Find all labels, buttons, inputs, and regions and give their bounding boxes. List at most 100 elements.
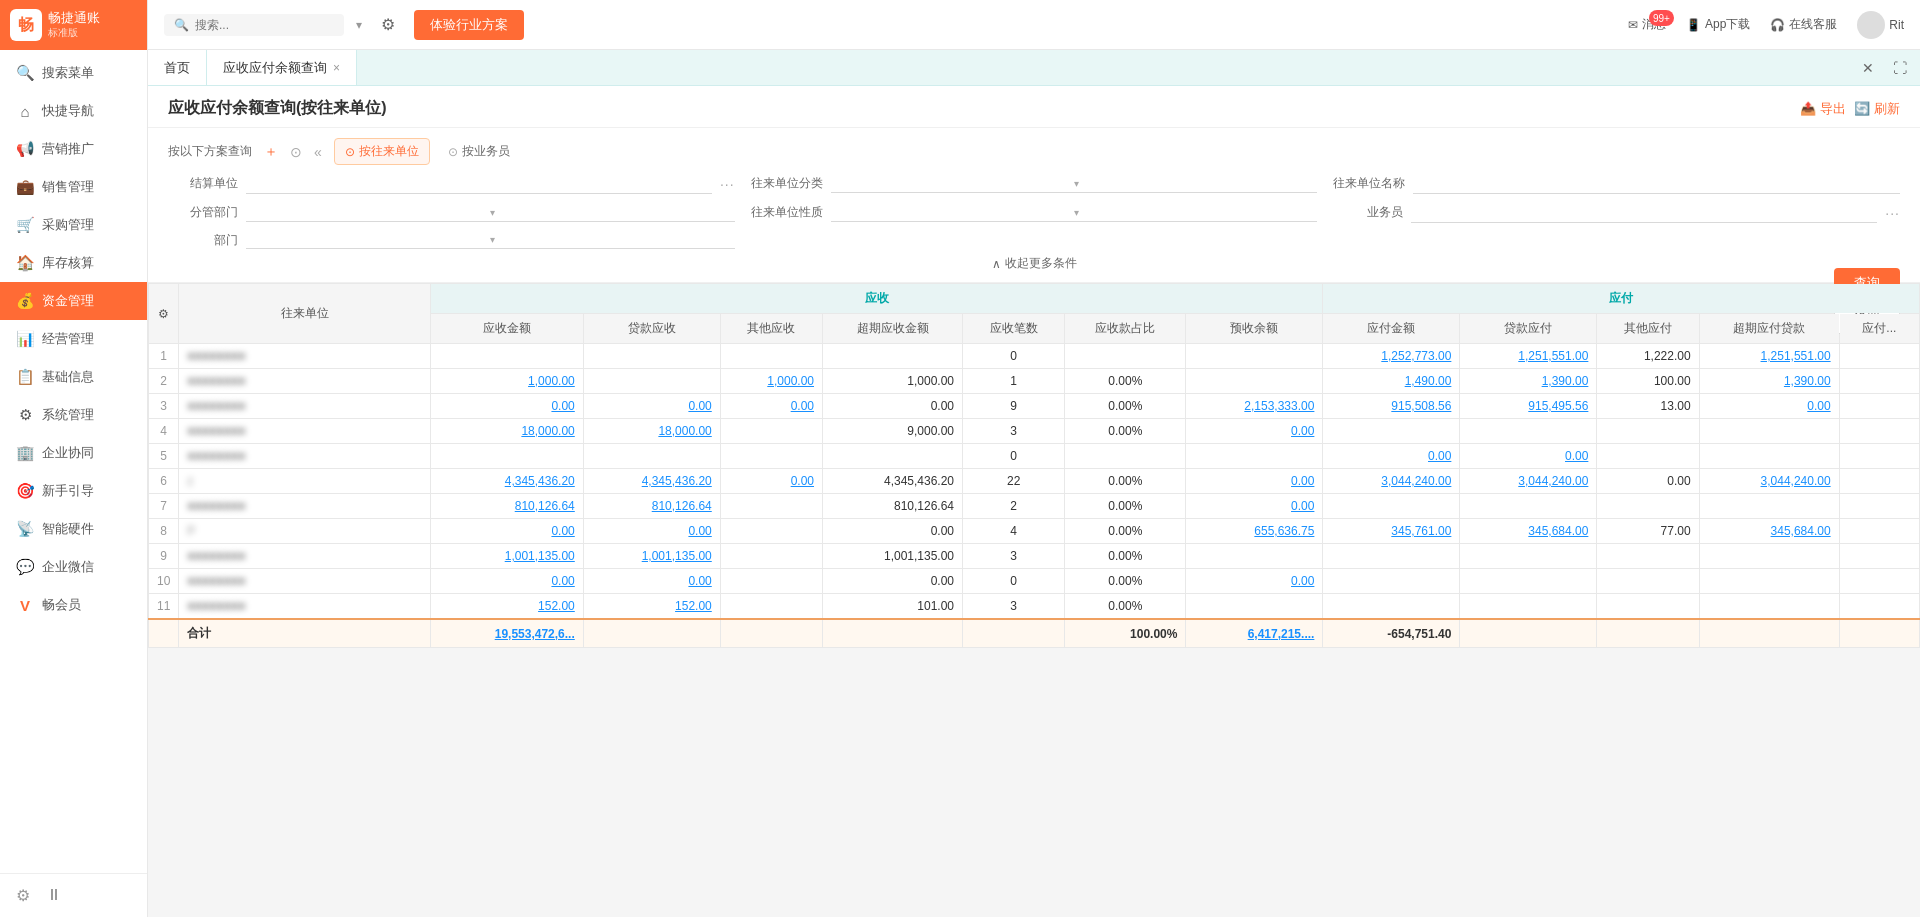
sidebar-item-nav[interactable]: ⌂ 快捷导航: [0, 92, 147, 130]
table-cell[interactable]: 1,390.00: [1460, 369, 1597, 394]
refresh-button[interactable]: 🔄 刷新: [1854, 100, 1900, 118]
topbar-chevron-icon[interactable]: ▾: [356, 18, 362, 32]
table-cell[interactable]: 0.00: [1186, 494, 1323, 519]
sidebar-item-marketing[interactable]: 📢 营销推广: [0, 130, 147, 168]
filter-collapse-icon[interactable]: «: [314, 144, 322, 160]
table-cell[interactable]: 1,490.00: [1323, 369, 1460, 394]
footer-rec-advance[interactable]: 6,417,215....: [1186, 619, 1323, 648]
tab-fullscreen-icon[interactable]: ⛶: [1888, 56, 1912, 80]
table-cell[interactable]: 0.00: [1186, 469, 1323, 494]
tabbar: 首页 应收应付余额查询 × ✕ ⛶: [148, 50, 1920, 86]
filter-partner-cat-select[interactable]: ▾: [831, 175, 1318, 193]
table-cell[interactable]: 655,636.75: [1186, 519, 1323, 544]
topbar-gear-button[interactable]: ⚙: [374, 11, 402, 39]
sidebar-item-purchase[interactable]: 🛒 采购管理: [0, 206, 147, 244]
sidebar-item-wechat[interactable]: 💬 企业微信: [0, 548, 147, 586]
filter-nature-select[interactable]: ▾: [831, 204, 1318, 222]
sidebar-item-corp[interactable]: 🏢 企业协同: [0, 434, 147, 472]
table-cell[interactable]: 810,126.64: [583, 494, 720, 519]
sidebar-collapse-icon[interactable]: ⏸: [46, 886, 62, 905]
sidebar-item-search[interactable]: 🔍 搜索菜单: [0, 54, 147, 92]
sidebar-item-hardware[interactable]: 📡 智能硬件: [0, 510, 147, 548]
filter-dept2-select[interactable]: ▾: [246, 231, 735, 249]
table-cell[interactable]: 2,153,333.00: [1186, 394, 1323, 419]
table-cell[interactable]: 1,252,773.00: [1323, 344, 1460, 369]
table-settings-col[interactable]: ⚙: [149, 284, 179, 344]
sidebar-item-system[interactable]: ⚙ 系统管理: [0, 396, 147, 434]
filter-sales-dots[interactable]: ···: [1885, 205, 1900, 221]
topbar-app-button[interactable]: 📱 App下载: [1686, 16, 1750, 33]
filter-jiesuan-dots[interactable]: ···: [720, 176, 735, 192]
sidebar-item-sales[interactable]: 💼 销售管理: [0, 168, 147, 206]
table-cell[interactable]: 3,044,240.00: [1699, 469, 1839, 494]
table-cell[interactable]: 0.00: [1186, 419, 1323, 444]
tab-receivable-query[interactable]: 应收应付余额查询 ×: [207, 50, 357, 85]
table-cell[interactable]: 345,684.00: [1460, 519, 1597, 544]
table-cell[interactable]: 915,495.56: [1460, 394, 1597, 419]
table-cell[interactable]: 152.00: [583, 594, 720, 620]
table-cell[interactable]: 4,345,436.20: [431, 469, 584, 494]
table-cell[interactable]: 1,000.00: [720, 369, 822, 394]
export-button[interactable]: 📤 导出: [1800, 100, 1846, 118]
filter-add-icon[interactable]: ＋: [264, 143, 278, 161]
topbar-message-button[interactable]: ✉ 消息 99+: [1628, 16, 1666, 33]
sidebar-item-operations[interactable]: 📊 经营管理: [0, 320, 147, 358]
tab-close-window-icon[interactable]: ✕: [1856, 56, 1880, 80]
table-cell[interactable]: 0.00: [720, 469, 822, 494]
table-cell[interactable]: 1,001,135.00: [431, 544, 584, 569]
table-cell[interactable]: 0.00: [431, 519, 584, 544]
table-cell[interactable]: 0.00: [583, 569, 720, 594]
table-cell[interactable]: 152.00: [431, 594, 584, 620]
table-cell[interactable]: 1,251,551.00: [1699, 344, 1839, 369]
table-cell[interactable]: 810,126.64: [431, 494, 584, 519]
topbar-search-input[interactable]: [195, 18, 315, 32]
filter-dept-select[interactable]: ▾: [246, 204, 735, 222]
table-cell[interactable]: 1,251,551.00: [1460, 344, 1597, 369]
sidebar-settings-icon[interactable]: ⚙: [16, 886, 30, 905]
table-cell[interactable]: 0.00: [1460, 444, 1597, 469]
sidebar-item-member[interactable]: V 畅会员: [0, 586, 147, 624]
table-cell[interactable]: 3,044,240.00: [1460, 469, 1597, 494]
filter-settings-icon[interactable]: ⊙: [290, 144, 302, 160]
scheme-by-partner[interactable]: ⊙ 按往来单位: [334, 138, 430, 165]
table-cell[interactable]: 0.00: [583, 394, 720, 419]
filter-jiesuan-input[interactable]: [246, 173, 712, 194]
footer-rec-total[interactable]: 19,553,472,6...: [431, 619, 584, 648]
table-cell[interactable]: 1,001,135.00: [583, 544, 720, 569]
topbar-promo-button[interactable]: 体验行业方案: [414, 10, 524, 40]
table-cell[interactable]: 0.00: [720, 394, 822, 419]
table-cell[interactable]: 345,684.00: [1699, 519, 1839, 544]
topbar-user-area[interactable]: Rit: [1857, 11, 1904, 39]
filter-sales-input[interactable]: [1411, 202, 1877, 223]
table-cell[interactable]: 1,390.00: [1699, 369, 1839, 394]
sidebar-item-basic[interactable]: 📋 基础信息: [0, 358, 147, 396]
table-cell[interactable]: 915,508.56: [1323, 394, 1460, 419]
table-cell[interactable]: 18,000.00: [431, 419, 584, 444]
tab-home[interactable]: 首页: [148, 50, 207, 85]
table-cell[interactable]: 0.00: [1699, 394, 1839, 419]
table-cell[interactable]: 0.00: [431, 394, 584, 419]
table-cell[interactable]: 18,000.00: [583, 419, 720, 444]
table-cell[interactable]: 0.00: [1323, 444, 1460, 469]
table-cell[interactable]: 0.00: [1186, 569, 1323, 594]
topbar-search-box[interactable]: 🔍: [164, 14, 344, 36]
topbar-service-label: 在线客服: [1789, 16, 1837, 33]
table-cell[interactable]: 345,761.00: [1323, 519, 1460, 544]
table-cell[interactable]: 0.00: [583, 519, 720, 544]
table-payable-group: 应付: [1323, 284, 1920, 314]
collapse-button[interactable]: ∧ 收起更多条件: [992, 255, 1077, 272]
sidebar-item-finance[interactable]: 💰 资金管理: [0, 282, 147, 320]
filter-partner-name-input[interactable]: [1413, 173, 1900, 194]
topbar-service-button[interactable]: 🎧 在线客服: [1770, 16, 1837, 33]
table-row: 3■■■■■■■■0.000.000.000.0090.00%2,153,333…: [149, 394, 1920, 419]
table-cell[interactable]: 1,000.00: [431, 369, 584, 394]
table-cell[interactable]: 0.00: [431, 569, 584, 594]
table-cell: [1323, 569, 1460, 594]
table-cell[interactable]: 3,044,240.00: [1323, 469, 1460, 494]
sidebar-item-guide[interactable]: 🎯 新手引导: [0, 472, 147, 510]
sidebar-item-inventory[interactable]: 🏠 库存核算: [0, 244, 147, 282]
table-cell[interactable]: 4,345,436.20: [583, 469, 720, 494]
scheme-by-salesperson[interactable]: ⊙ 按业务员: [438, 139, 520, 164]
tab-close-icon[interactable]: ×: [333, 61, 340, 75]
table-cell: 0: [963, 344, 1065, 369]
